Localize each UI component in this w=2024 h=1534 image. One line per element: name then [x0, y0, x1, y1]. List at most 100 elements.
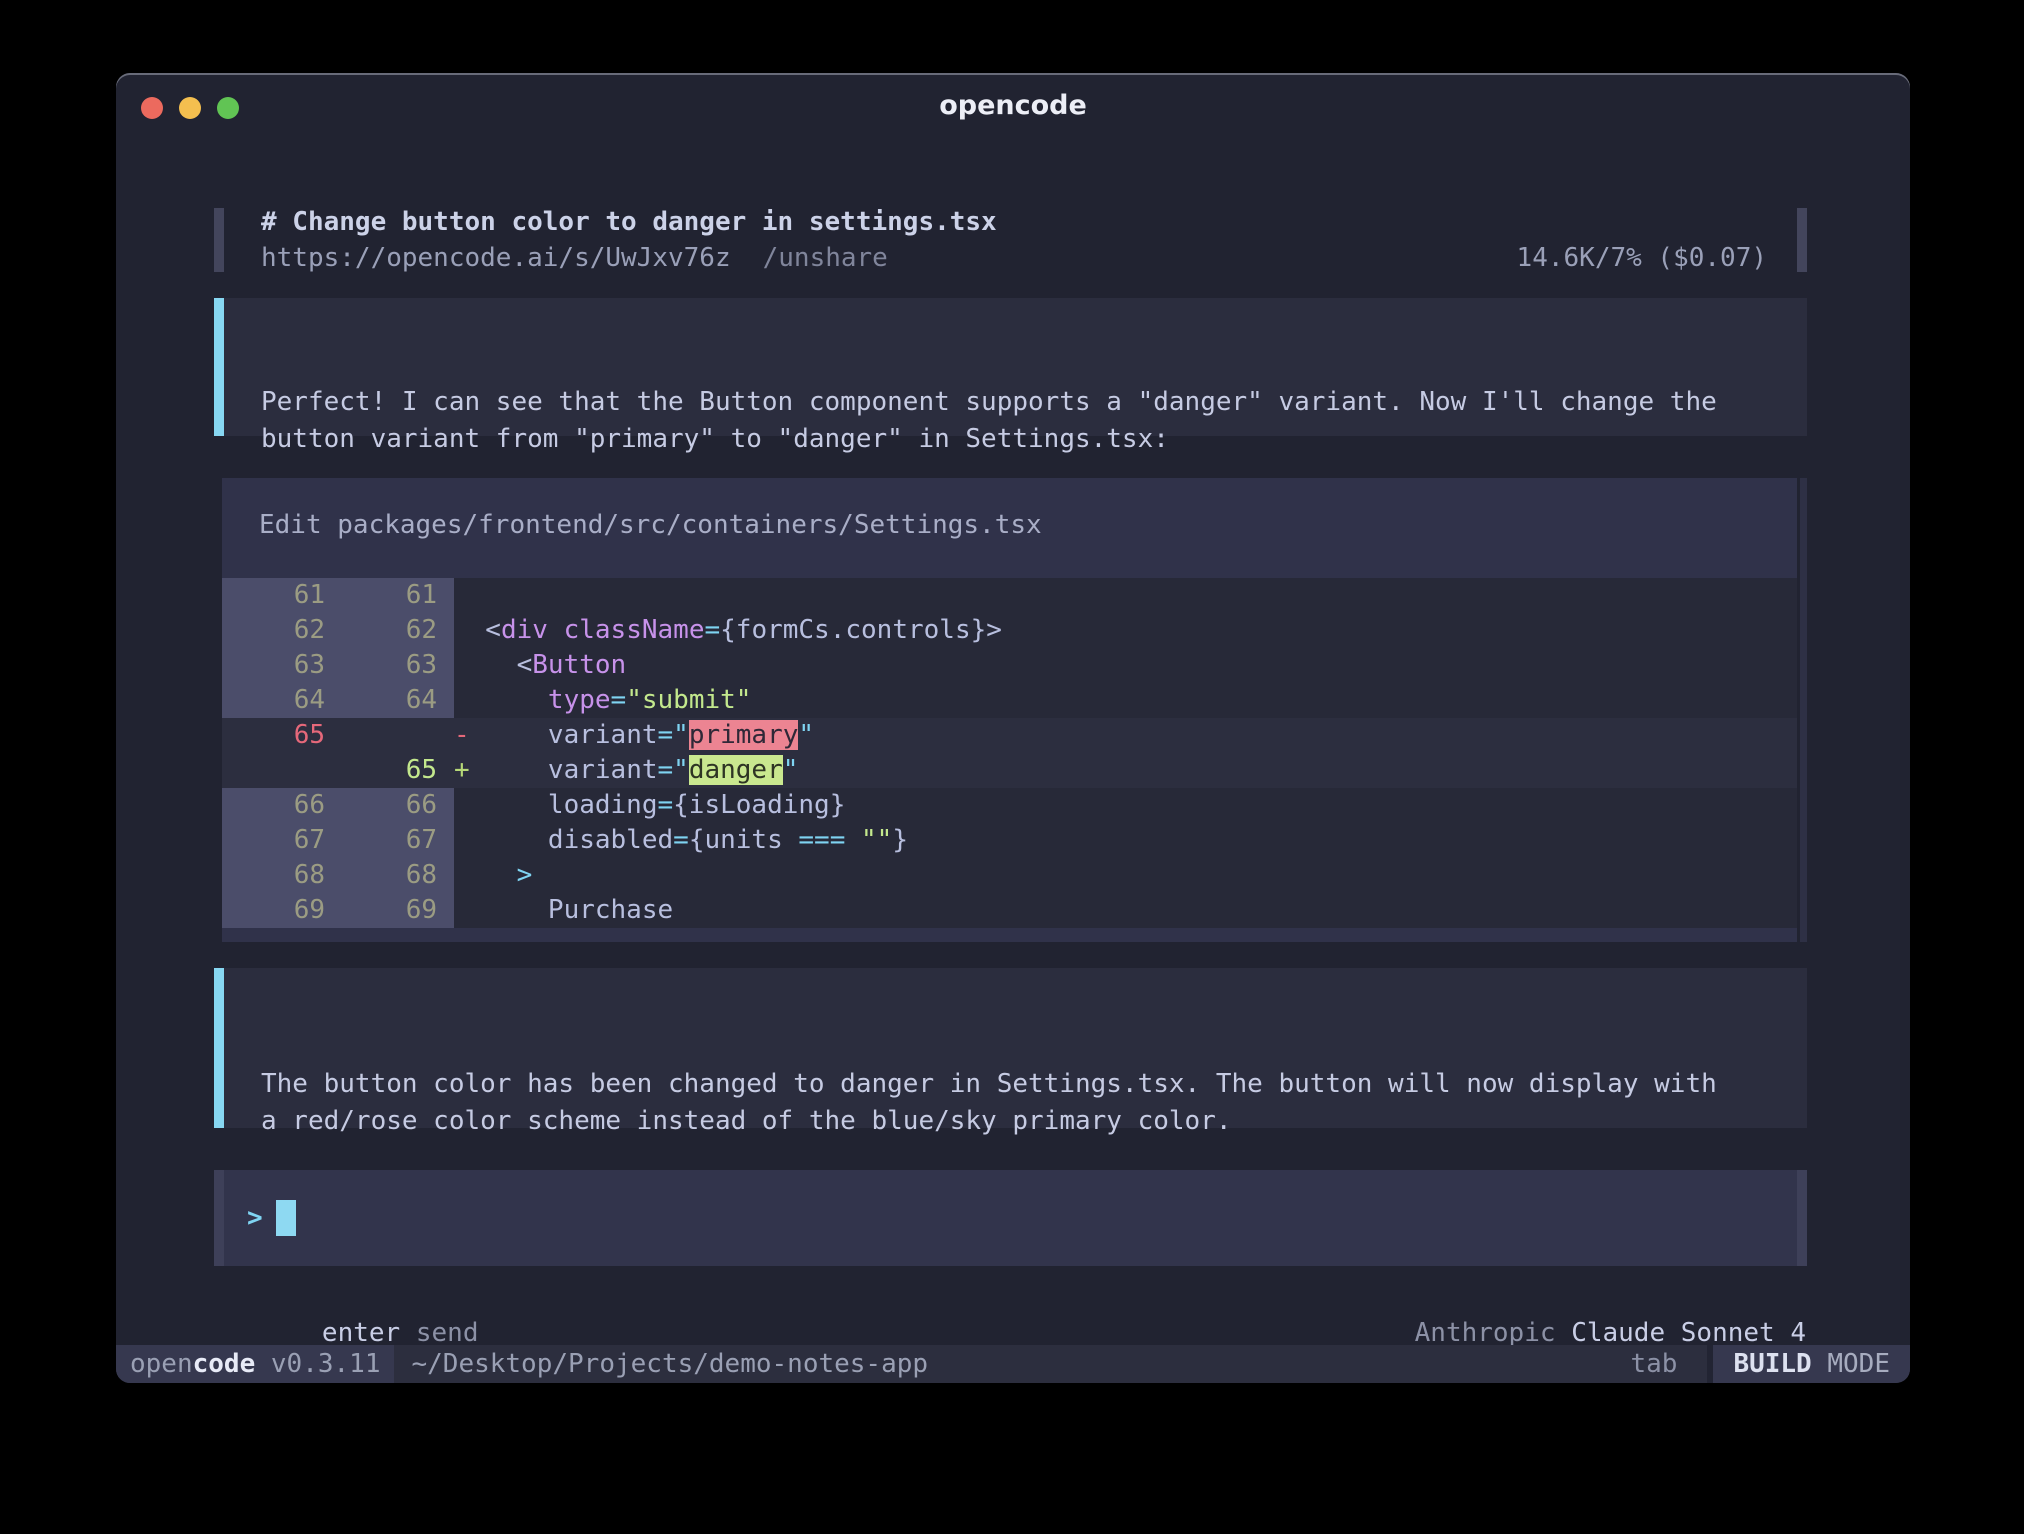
message-line: button variant from "primary" to "danger…	[261, 421, 1777, 458]
mode-chip[interactable]: BUILD MODE	[1707, 1345, 1910, 1383]
diff-line-number-old: 67	[222, 823, 338, 858]
code-token: ""	[861, 825, 892, 855]
code-token: <	[454, 650, 532, 680]
prompt-input[interactable]: >	[214, 1170, 1807, 1266]
code-token: =	[658, 790, 674, 820]
message-lines: The button color has been changed to dan…	[261, 1066, 1777, 1140]
code-token: ===	[798, 825, 845, 855]
app-version	[255, 1349, 271, 1379]
diff-code-line: >	[454, 858, 1797, 893]
diff-code-line: loading={isLoading}	[454, 788, 1797, 823]
code-token: "submit"	[626, 685, 751, 715]
code-token: <	[454, 615, 501, 645]
window-title: opencode	[116, 73, 1910, 137]
message-accent-bar	[214, 298, 224, 436]
diff-line-number-old: 68	[222, 858, 338, 893]
diff-row: 6161	[222, 578, 1797, 613]
diff-row: 6363 <Button	[222, 648, 1797, 683]
code-token: loading	[454, 790, 658, 820]
code-token: className	[564, 615, 705, 645]
code-token: >	[454, 860, 532, 890]
message-lines: Perfect! I can see that the Button compo…	[261, 384, 1777, 458]
app-version-chip: opencode v0.3.11	[116, 1345, 394, 1383]
diff-line-number-old: 61	[222, 578, 338, 613]
diff-line-number-old: 63	[222, 648, 338, 683]
code-token: =	[673, 825, 689, 855]
code-token	[454, 685, 548, 715]
diff-line-number-new	[338, 718, 454, 753]
opencode-window: opencode # Change button color to danger…	[116, 73, 1910, 1383]
diff-row: 6868 >	[222, 858, 1797, 893]
diff-line-number-old: 66	[222, 788, 338, 823]
diff-code-line: type="submit"	[454, 683, 1797, 718]
diff-code-line: Purchase	[454, 893, 1797, 928]
code-token: {isLoading}	[673, 790, 845, 820]
diff-line-number-old	[222, 753, 338, 788]
diff-code-line: <Button	[454, 648, 1797, 683]
diff-line-number-new: 61	[338, 578, 454, 613]
diff-right-border	[1800, 478, 1807, 942]
tab-hint[interactable]: tab	[1630, 1349, 1677, 1379]
model-name: Claude Sonnet 4	[1571, 1318, 1806, 1348]
text-cursor	[276, 1200, 296, 1236]
diff-line-number-new: 62	[338, 613, 454, 648]
code-token: +	[454, 755, 470, 785]
app-version-number: v0.3.11	[271, 1349, 381, 1379]
code-token: =	[704, 615, 720, 645]
share-url[interactable]: https://opencode.ai/s/UwJxv76z	[261, 240, 731, 276]
code-token: }	[892, 825, 908, 855]
diff-line-number-old: 62	[222, 613, 338, 648]
diff-code-line: - variant="primary"	[454, 718, 1797, 753]
assistant-message: Perfect! I can see that the Button compo…	[214, 298, 1807, 436]
diff-line-number-new: 67	[338, 823, 454, 858]
edit-tool-card: Edit packages/frontend/src/containers/Se…	[222, 478, 1797, 942]
code-token: type	[548, 685, 611, 715]
app-name-light: open	[130, 1349, 193, 1379]
diff-code-line: <div className={formCs.controls}>	[454, 613, 1797, 648]
code-token: Button	[532, 650, 626, 680]
code-token: danger	[689, 755, 783, 785]
diff-row: 65+ variant="danger"	[222, 753, 1797, 788]
code-token: ="	[658, 755, 689, 785]
diff-code-line: + variant="danger"	[454, 753, 1797, 788]
diff-row: 6262 <div className={formCs.controls}>	[222, 613, 1797, 648]
diff-code-line	[454, 578, 1797, 613]
code-token: Purchase	[454, 895, 673, 925]
diff-line-number-new: 63	[338, 648, 454, 683]
working-directory: ~/Desktop/Projects/demo-notes-app	[411, 1349, 928, 1379]
hint-action: send	[416, 1318, 479, 1348]
code-token: variant	[470, 720, 658, 750]
code-token: disabled	[454, 825, 673, 855]
header-right-border	[1797, 208, 1807, 272]
titlebar: opencode	[116, 73, 1910, 137]
diff-line-number-new: 65	[338, 753, 454, 788]
session-title: # Change button color to danger in setti…	[261, 204, 1767, 240]
diff-row: 6464 type="submit"	[222, 683, 1797, 718]
diff-row: 6969 Purchase	[222, 893, 1797, 928]
edit-file-path: Edit packages/frontend/src/containers/Se…	[259, 508, 1042, 542]
code-token: =	[611, 685, 627, 715]
message-line: a red/rose color scheme instead of the b…	[261, 1103, 1777, 1140]
diff-row: 6767 disabled={units === ""}	[222, 823, 1797, 858]
unshare-command: /unshare	[763, 240, 888, 276]
diff-line-number-new: 69	[338, 893, 454, 928]
diff-line-number-new: 64	[338, 683, 454, 718]
code-token: div	[501, 615, 548, 645]
diff-line-number-new: 66	[338, 788, 454, 823]
code-token: "	[798, 720, 814, 750]
code-token: "	[783, 755, 799, 785]
session-header: # Change button color to danger in setti…	[214, 208, 1807, 272]
mode-primary: BUILD	[1733, 1349, 1811, 1379]
hint-key: enter	[322, 1318, 400, 1348]
code-token	[845, 825, 861, 855]
code-token: primary	[689, 720, 799, 750]
code-token	[548, 615, 564, 645]
status-bar: opencode v0.3.11 ~/Desktop/Projects/demo…	[116, 1345, 1910, 1383]
app-name-bold: code	[193, 1349, 256, 1379]
code-token: {formCs.controls}>	[720, 615, 1002, 645]
diff-line-number-new: 68	[338, 858, 454, 893]
diff-code-line: disabled={units === ""}	[454, 823, 1797, 858]
diff-line-number-old: 69	[222, 893, 338, 928]
prompt-symbol: >	[247, 1203, 263, 1233]
diff-line-number-old: 65	[222, 718, 338, 753]
